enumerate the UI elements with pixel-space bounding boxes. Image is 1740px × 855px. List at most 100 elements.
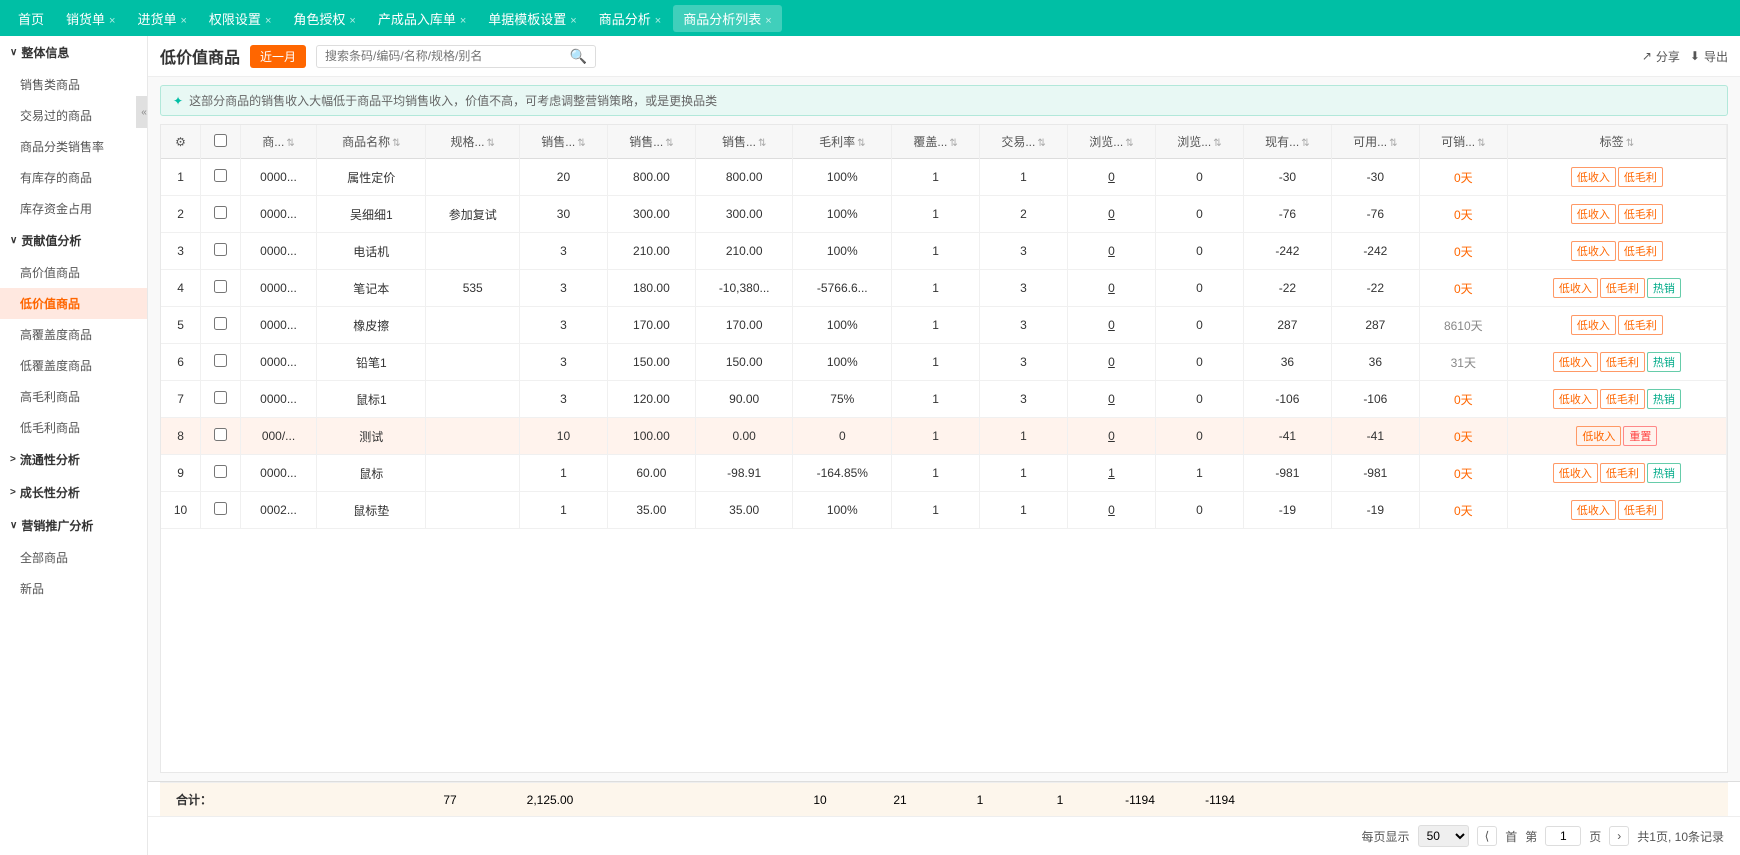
filter-button[interactable]: 近一月 <box>250 45 306 68</box>
sidebar-section-整体信息[interactable]: ∨整体信息 <box>0 36 147 69</box>
col-header-stock_avail[interactable]: 可用...⇅ <box>1331 125 1419 159</box>
sidebar-section-流通性分析[interactable]: >流通性分析 <box>0 443 147 476</box>
nav-item-产成品入库单[interactable]: 产成品入库单× <box>368 5 476 32</box>
view-count-link[interactable]: 0 <box>1108 392 1115 406</box>
sort-icon[interactable]: ⇅ <box>577 138 585 149</box>
col-header-checkbox[interactable] <box>201 125 241 159</box>
view-count-link[interactable]: 0 <box>1108 355 1115 369</box>
sort-icon[interactable]: ⇅ <box>1301 138 1309 149</box>
view-count-link[interactable]: 1 <box>1108 466 1115 480</box>
nav-close-icon[interactable]: × <box>655 15 661 27</box>
nav-item-首页[interactable]: 首页 <box>8 5 54 32</box>
col-header-coverage[interactable]: 覆盖...⇅ <box>892 125 980 159</box>
sidebar-item-新品[interactable]: 新品 <box>0 573 147 604</box>
nav-item-进货单[interactable]: 进货单× <box>127 5 196 32</box>
sidebar-section-成长性分析[interactable]: >成长性分析 <box>0 476 147 509</box>
sort-icon[interactable]: ⇅ <box>392 138 400 149</box>
col-header-view1[interactable]: 浏览...⇅ <box>1068 125 1156 159</box>
sidebar-collapse-btn[interactable]: « <box>136 96 148 128</box>
sort-icon[interactable]: ⇅ <box>286 138 294 149</box>
col-header-sale_profit[interactable]: 销售...⇅ <box>695 125 793 159</box>
view-count-link[interactable]: 0 <box>1108 170 1115 184</box>
nav-close-icon[interactable]: × <box>765 15 771 27</box>
nav-item-角色授权[interactable]: 角色授权× <box>283 5 365 32</box>
sidebar-item-高毛利商品[interactable]: 高毛利商品 <box>0 381 147 412</box>
col-header-code[interactable]: 商...⇅ <box>240 125 316 159</box>
sort-icon[interactable]: ⇅ <box>1125 138 1133 149</box>
nav-item-商品分析[interactable]: 商品分析× <box>589 5 671 32</box>
col-header-margin[interactable]: 毛利率⇅ <box>793 125 892 159</box>
view-count-link[interactable]: 0 <box>1108 429 1115 443</box>
view-count-link[interactable]: 0 <box>1108 281 1115 295</box>
sort-icon[interactable]: ⇅ <box>665 138 673 149</box>
row-select-checkbox[interactable] <box>214 428 227 441</box>
sidebar-item-低覆盖度商品[interactable]: 低覆盖度商品 <box>0 350 147 381</box>
next-page-btn[interactable]: › <box>1609 826 1629 846</box>
col-header-sale_qty[interactable]: 销售...⇅ <box>519 125 607 159</box>
col-header-name[interactable]: 商品名称⇅ <box>317 125 426 159</box>
col-header-view2[interactable]: 浏览...⇅ <box>1155 125 1243 159</box>
col-header-tags[interactable]: 标签⇅ <box>1507 125 1726 159</box>
page-size-select[interactable]: 50 100 200 <box>1418 825 1469 847</box>
col-header-settings[interactable]: ⚙ <box>161 125 201 159</box>
col-header-trade[interactable]: 交易...⇅ <box>980 125 1068 159</box>
sort-icon[interactable]: ⇅ <box>1477 138 1485 149</box>
view-count-link[interactable]: 0 <box>1108 244 1115 258</box>
col-header-stock_cur[interactable]: 现有...⇅ <box>1243 125 1331 159</box>
row-select-checkbox[interactable] <box>214 280 227 293</box>
sort-icon[interactable]: ⇅ <box>758 138 766 149</box>
search-input[interactable] <box>325 49 570 63</box>
row-select-checkbox[interactable] <box>214 391 227 404</box>
select-all-checkbox[interactable] <box>214 134 227 147</box>
page-number-input[interactable] <box>1545 826 1581 846</box>
sidebar-item-交易过的商品[interactable]: 交易过的商品 <box>0 100 147 131</box>
sidebar-item-库存资金占用[interactable]: 库存资金占用 <box>0 193 147 224</box>
nav-close-icon[interactable]: × <box>109 15 115 27</box>
row-select-checkbox[interactable] <box>214 169 227 182</box>
row-select-checkbox[interactable] <box>214 243 227 256</box>
sidebar-item-有库存的商品[interactable]: 有库存的商品 <box>0 162 147 193</box>
sidebar-section-营销推广分析[interactable]: ∨营销推广分析 <box>0 509 147 542</box>
row-select-checkbox[interactable] <box>214 206 227 219</box>
nav-close-icon[interactable]: × <box>265 15 271 27</box>
nav-item-销货单[interactable]: 销货单× <box>56 5 125 32</box>
col-header-spec[interactable]: 规格...⇅ <box>426 125 519 159</box>
row-select-checkbox[interactable] <box>214 317 227 330</box>
nav-close-icon[interactable]: × <box>180 15 186 27</box>
sidebar-item-低毛利商品[interactable]: 低毛利商品 <box>0 412 147 443</box>
settings-icon[interactable]: ⚙ <box>175 135 186 149</box>
col-header-stock_sale[interactable]: 可销...⇅ <box>1419 125 1507 159</box>
sidebar-item-全部商品[interactable]: 全部商品 <box>0 542 147 573</box>
sidebar-section-贡献值分析[interactable]: ∨贡献值分析 <box>0 224 147 257</box>
sidebar-item-低价值商品[interactable]: 低价值商品 <box>0 288 147 319</box>
nav-item-权限设置[interactable]: 权限设置× <box>199 5 281 32</box>
sort-icon[interactable]: ⇅ <box>1626 138 1634 149</box>
sort-icon[interactable]: ⇅ <box>949 138 957 149</box>
view-count-link[interactable]: 0 <box>1108 318 1115 332</box>
view-count-link[interactable]: 0 <box>1108 207 1115 221</box>
sidebar-item-高覆盖度商品[interactable]: 高覆盖度商品 <box>0 319 147 350</box>
row-select-checkbox[interactable] <box>214 354 227 367</box>
sort-icon[interactable]: ⇅ <box>857 138 865 149</box>
sort-icon[interactable]: ⇅ <box>487 138 495 149</box>
nav-close-icon[interactable]: × <box>349 15 355 27</box>
sort-icon[interactable]: ⇅ <box>1389 138 1397 149</box>
view-count-link[interactable]: 0 <box>1108 503 1115 517</box>
nav-item-单据模板设置[interactable]: 单据模板设置× <box>478 5 586 32</box>
first-page-btn[interactable]: ⟨ <box>1477 826 1498 846</box>
header-right: ↗ 分享 ⬇ 导出 <box>1642 48 1728 65</box>
nav-close-icon[interactable]: × <box>570 15 576 27</box>
nav-close-icon[interactable]: × <box>460 15 466 27</box>
sort-icon[interactable]: ⇅ <box>1213 138 1221 149</box>
sidebar-item-高价值商品[interactable]: 高价值商品 <box>0 257 147 288</box>
nav-item-商品分析列表[interactable]: 商品分析列表× <box>673 5 781 32</box>
sidebar-item-商品分类销售率[interactable]: 商品分类销售率 <box>0 131 147 162</box>
col-header-sale_amt[interactable]: 销售...⇅ <box>607 125 695 159</box>
export-button[interactable]: ⬇ 导出 <box>1690 48 1728 65</box>
sidebar-item-销售类商品[interactable]: 销售类商品 <box>0 69 147 100</box>
row-select-checkbox[interactable] <box>214 502 227 515</box>
row-select-checkbox[interactable] <box>214 465 227 478</box>
share-button[interactable]: ↗ 分享 <box>1642 48 1680 65</box>
sort-icon[interactable]: ⇅ <box>1037 138 1045 149</box>
search-icon[interactable]: 🔍 <box>570 48 587 65</box>
